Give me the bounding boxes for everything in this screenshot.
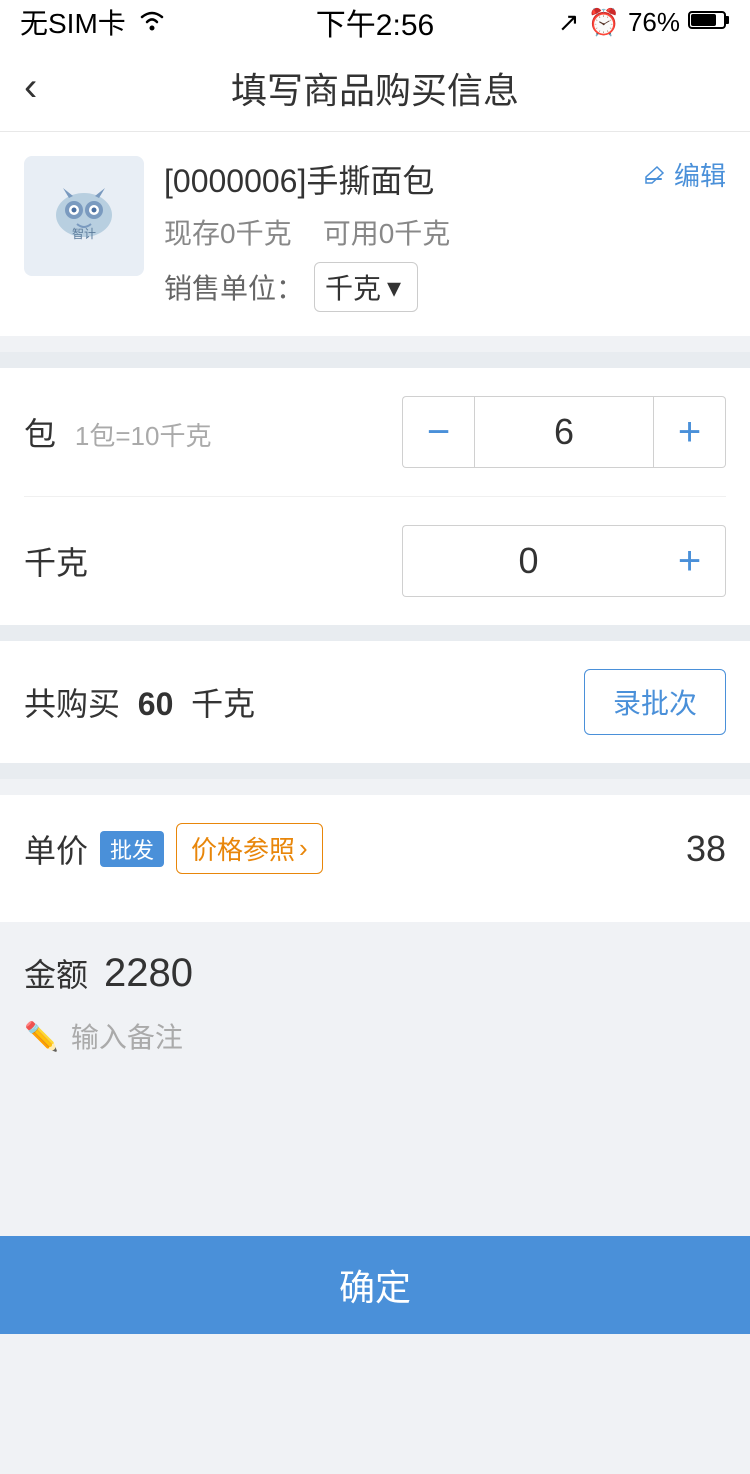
battery-icon [688, 7, 730, 38]
product-unit-row: 销售单位： 千克 ▾ [164, 262, 726, 312]
quantity-controls-bag: − + [402, 396, 726, 468]
remark-placeholder: 输入备注 [71, 1016, 183, 1056]
product-stock: 现存0千克 可用0千克 [164, 212, 726, 252]
confirm-button[interactable]: 确定 [339, 1259, 411, 1311]
product-logo: 智计 [49, 180, 119, 252]
status-left: 无SIM卡 [20, 2, 168, 42]
divider-1 [0, 352, 750, 368]
product-name-row: [0000006]手撕面包 编辑 [164, 156, 726, 202]
status-right: ↗ ⏰ 76% [558, 7, 730, 38]
unit-select[interactable]: 千克 ▾ [314, 262, 418, 312]
nav-bar: ‹ 填写商品购买信息 [0, 44, 750, 132]
price-reference-button[interactable]: 价格参照 › [176, 823, 323, 874]
status-time: 下午2:56 [316, 0, 434, 44]
batch-button[interactable]: 录批次 [584, 669, 726, 735]
nav-title: 填写商品购买信息 [231, 62, 519, 114]
price-row: 单价 批发 价格参照 › 38 [24, 823, 726, 874]
decrease-bag-button[interactable]: − [402, 396, 474, 468]
location-icon: ↗ [558, 7, 580, 38]
price-tag-pifa: 批发 [100, 831, 164, 867]
quantity-bag-input[interactable] [474, 396, 654, 468]
purchase-total-text: 共购买 60 千克 [24, 679, 255, 725]
quantity-controls-kg: + [402, 525, 726, 597]
purchase-summary: 共购买 60 千克 录批次 [0, 641, 750, 763]
quantity-section: 包 1包=10千克 − + 千克 + [0, 368, 750, 625]
quantity-kg-input[interactable] [402, 525, 654, 597]
pencil-icon: ✏️ [24, 1020, 59, 1053]
remark-row[interactable]: ✏️ 输入备注 [24, 1016, 726, 1076]
product-name: [0000006]手撕面包 [164, 156, 434, 202]
price-value: 38 [686, 828, 726, 870]
quantity-label-kg: 千克 [24, 538, 88, 584]
product-image: 智计 [24, 156, 144, 276]
price-label: 单价 批发 价格参照 › [24, 823, 323, 874]
carrier-label: 无SIM卡 [20, 2, 126, 42]
quantity-row-kg: 千克 + [24, 497, 726, 625]
dropdown-icon: ▾ [387, 271, 401, 304]
increase-kg-button[interactable]: + [654, 525, 726, 597]
svg-text:智计: 智计 [72, 226, 96, 240]
status-bar: 无SIM卡 下午2:56 ↗ ⏰ 76% [0, 0, 750, 44]
increase-bag-button[interactable]: + [654, 396, 726, 468]
edit-button[interactable]: 编辑 [644, 156, 726, 193]
battery-label: 76% [628, 7, 680, 38]
amount-row: 金额 2280 [24, 950, 726, 996]
product-section: 智计 [0000006]手撕面包 编辑 现存0千克 [0, 132, 750, 336]
product-info: [0000006]手撕面包 编辑 现存0千克 可用0千克 销售单位： [164, 156, 726, 312]
alarm-icon: ⏰ [588, 7, 620, 38]
price-section: 单价 批发 价格参照 › 38 [0, 795, 750, 922]
divider-3 [0, 763, 750, 779]
amount-section: 金额 2280 ✏️ 输入备注 [0, 922, 750, 1076]
back-button[interactable]: ‹ [24, 65, 37, 110]
confirm-bar[interactable]: 确定 [0, 1236, 750, 1334]
quantity-label-bag: 包 1包=10千克 [24, 409, 211, 455]
wifi-signal [136, 6, 168, 38]
quantity-row-bag: 包 1包=10千克 − + [24, 368, 726, 497]
divider-2 [0, 625, 750, 641]
